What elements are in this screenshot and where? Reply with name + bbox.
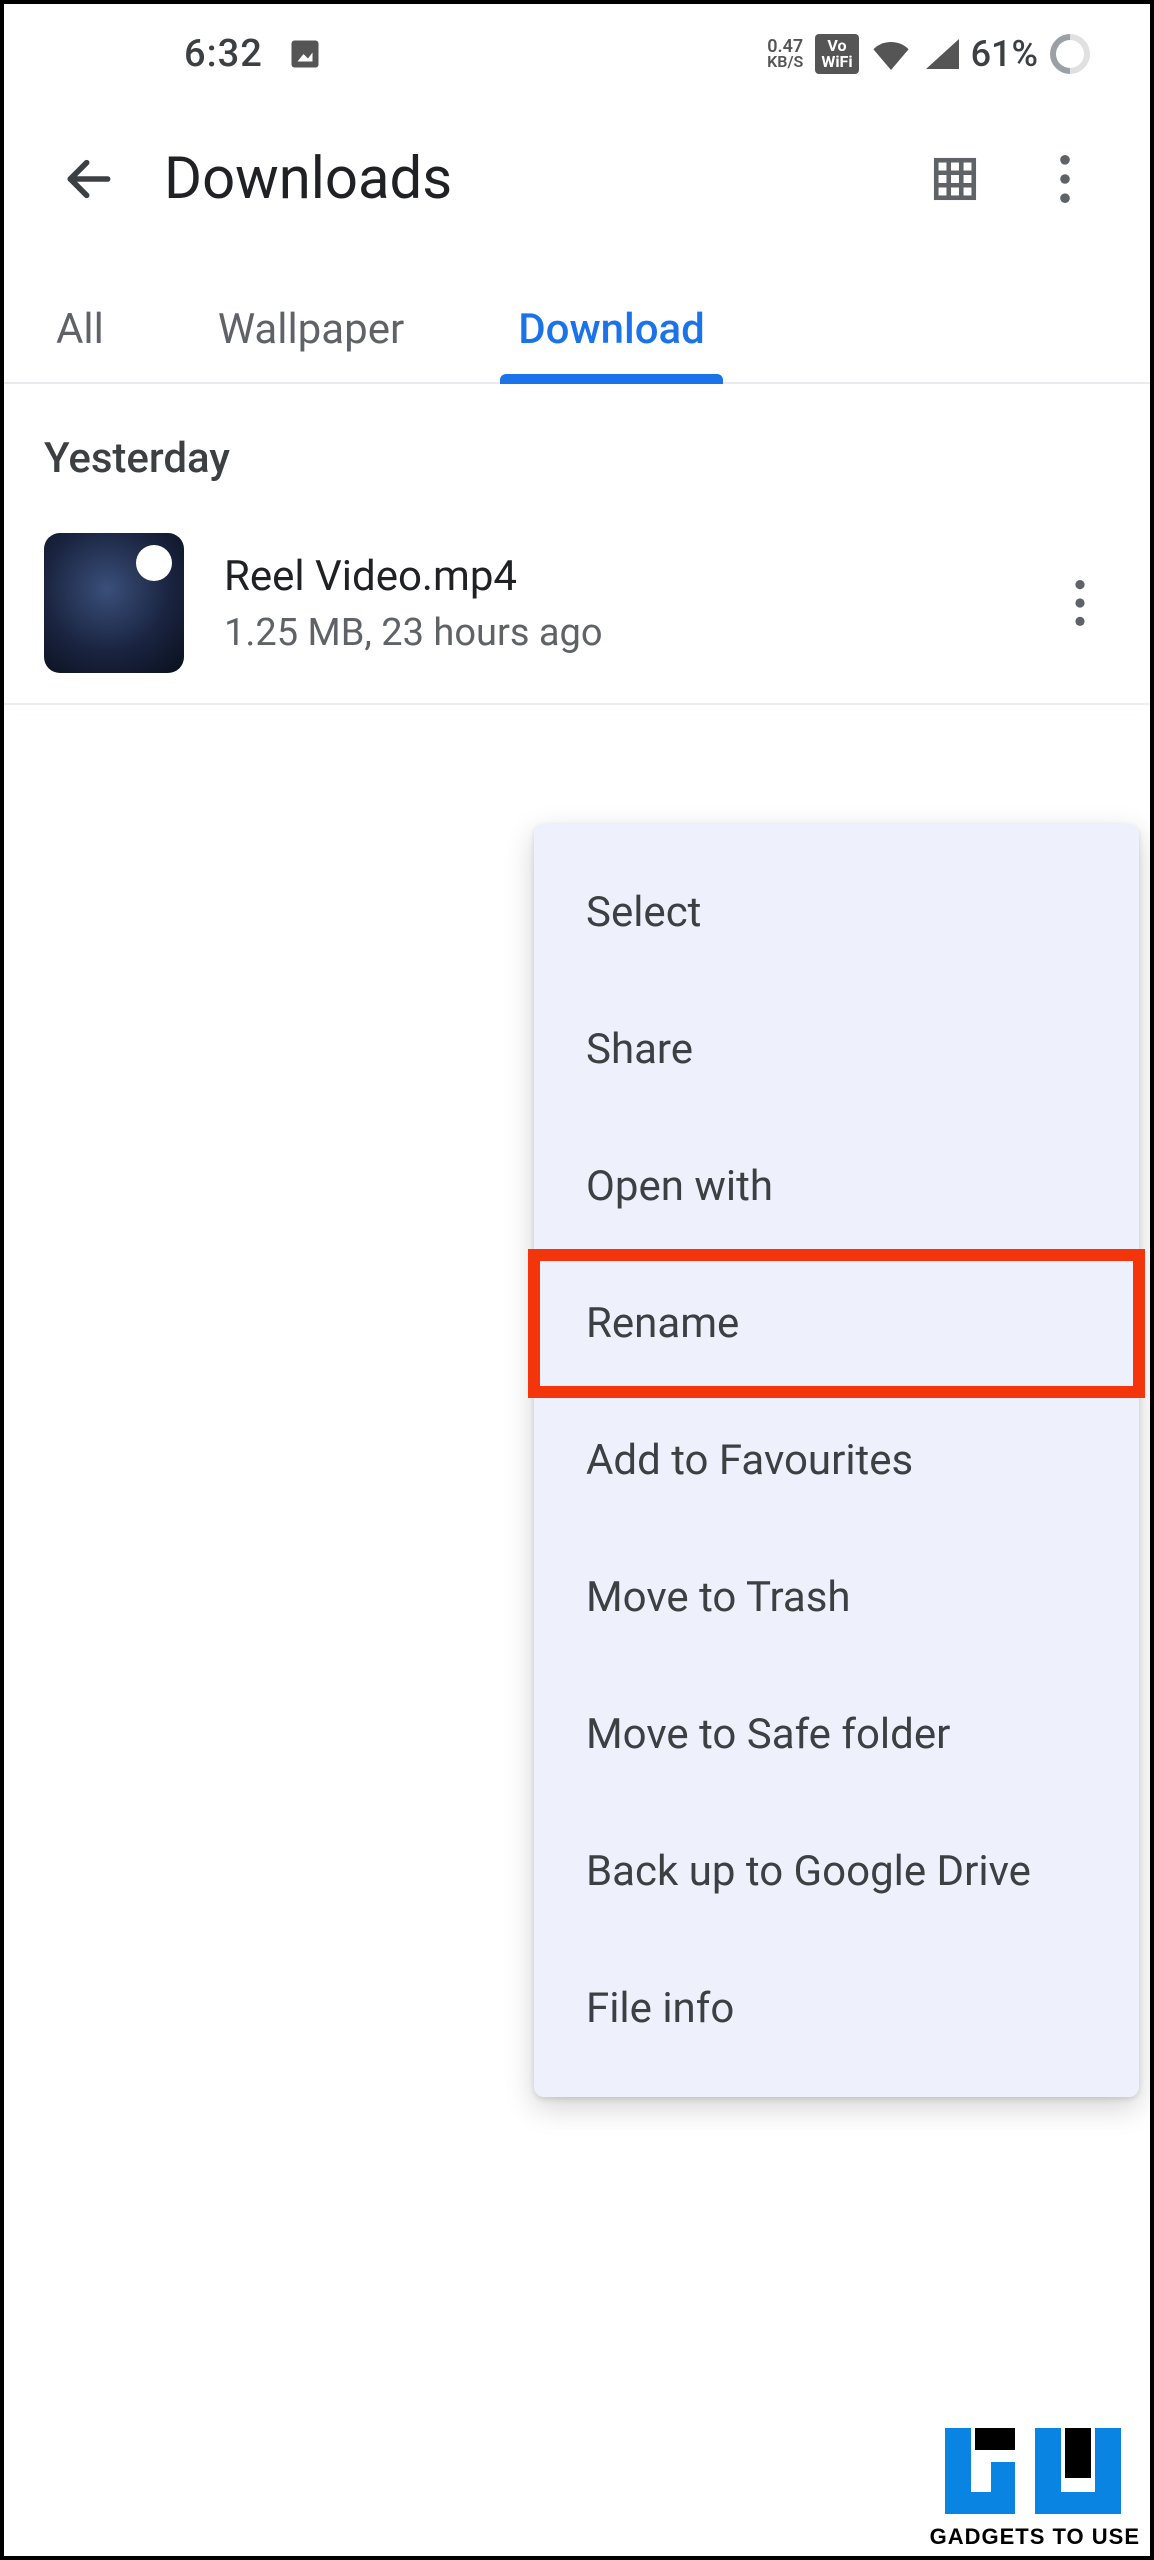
back-button[interactable]: [54, 144, 124, 214]
file-meta: 1.25 MB, 23 hours ago: [224, 611, 1010, 655]
menu-item-file-info[interactable]: File info: [534, 1940, 1139, 2077]
menu-item-add-to-favourites[interactable]: Add to Favourites: [534, 1392, 1139, 1529]
file-text: Reel Video.mp4 1.25 MB, 23 hours ago: [224, 552, 1010, 655]
menu-item-rename[interactable]: Rename: [534, 1255, 1139, 1392]
grid-icon: [930, 154, 980, 204]
status-bar: 6:32 0.47 KB/S Vo WiFi 61%: [4, 4, 1150, 104]
vowifi-badge: Vo WiFi: [815, 34, 858, 74]
status-right: 0.47 KB/S Vo WiFi 61%: [767, 33, 1090, 75]
play-icon: [150, 555, 162, 571]
menu-item-move-to-safe-folder[interactable]: Move to Safe folder: [534, 1666, 1139, 1803]
battery-percent: 61%: [971, 33, 1038, 75]
file-row[interactable]: Reel Video.mp4 1.25 MB, 23 hours ago: [4, 513, 1150, 705]
tab-all[interactable]: All: [44, 305, 116, 382]
section-header: Yesterday: [4, 384, 1150, 513]
page-title: Downloads: [164, 145, 880, 213]
menu-item-select[interactable]: Select: [534, 844, 1139, 981]
more-vertical-icon: [1075, 580, 1085, 626]
menu-item-open-with[interactable]: Open with: [534, 1118, 1139, 1255]
watermark: GADGETS TO USE: [930, 2422, 1140, 2550]
image-icon: [287, 36, 323, 72]
status-left: 6:32: [184, 32, 323, 76]
menu-item-backup-google-drive[interactable]: Back up to Google Drive: [534, 1803, 1139, 1940]
battery-ring-icon: [1042, 26, 1099, 83]
phone-screen: 6:32 0.47 KB/S Vo WiFi 61%: [0, 0, 1154, 2560]
more-vertical-icon: [1060, 155, 1070, 203]
tabs: All Wallpaper Download: [4, 254, 1150, 384]
menu-item-move-to-trash[interactable]: Move to Trash: [534, 1529, 1139, 1666]
tab-download[interactable]: Download: [506, 305, 717, 382]
tab-wallpaper[interactable]: Wallpaper: [206, 305, 416, 382]
grid-view-button[interactable]: [920, 144, 990, 214]
wifi-icon: [871, 38, 911, 70]
file-thumbnail: [44, 533, 184, 673]
context-menu: Select Share Open with Rename Add to Fav…: [534, 824, 1139, 2097]
data-speed: 0.47 KB/S: [767, 39, 803, 70]
signal-icon: [923, 38, 959, 70]
watermark-text: GADGETS TO USE: [930, 2524, 1140, 2550]
file-name: Reel Video.mp4: [224, 552, 1010, 601]
menu-item-share[interactable]: Share: [534, 981, 1139, 1118]
app-bar: Downloads: [4, 104, 1150, 254]
arrow-left-icon: [61, 151, 117, 207]
status-time: 6:32: [184, 32, 263, 76]
more-options-button[interactable]: [1030, 144, 1100, 214]
vowifi-bottom: WiFi: [821, 54, 852, 70]
data-speed-unit: KB/S: [767, 55, 803, 69]
watermark-logo-icon: [935, 2422, 1135, 2522]
file-more-button[interactable]: [1050, 580, 1110, 626]
